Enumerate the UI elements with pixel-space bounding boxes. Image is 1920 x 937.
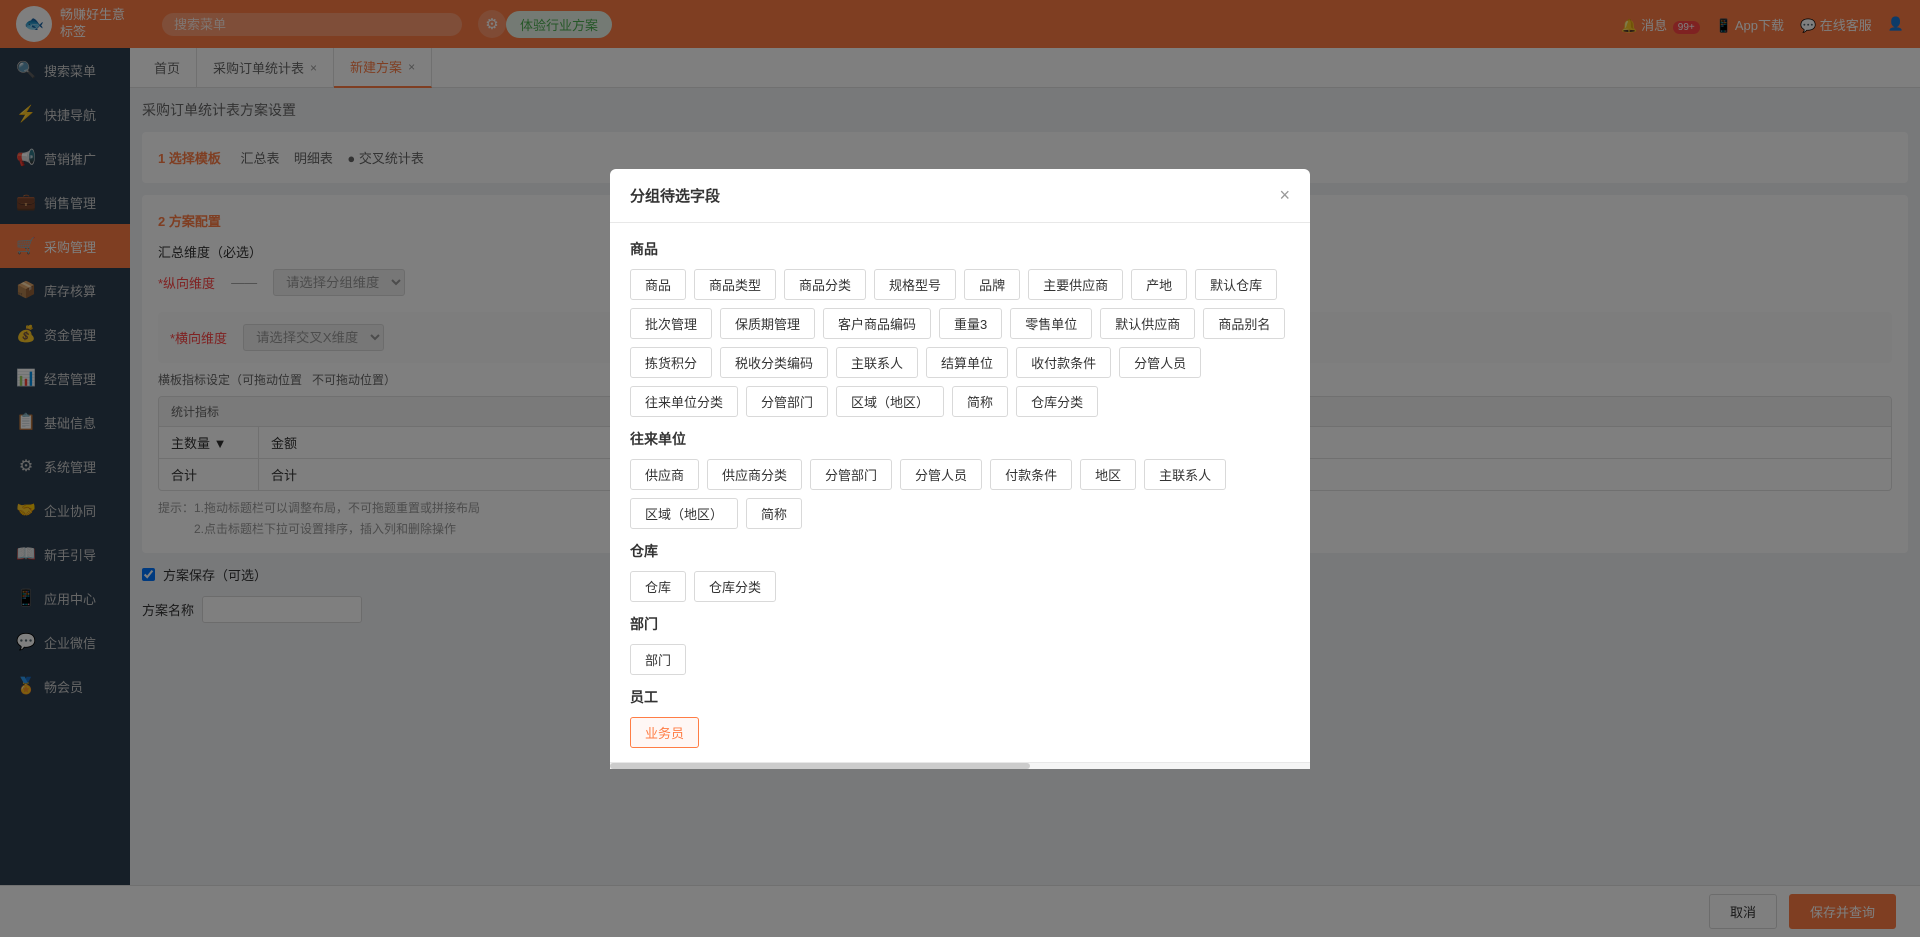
field-grid-product: 商品 商品类型 商品分类 规格型号 品牌 主要供应商 产地 默认仓库 批次管理 … — [630, 269, 1290, 417]
field-grid-partner: 供应商 供应商分类 分管部门 分管人员 付款条件 地区 主联系人 区域（地区） … — [630, 459, 1290, 529]
field-tag[interactable]: 仓库 — [630, 571, 686, 602]
field-tag[interactable]: 产地 — [1131, 269, 1187, 300]
field-tag[interactable]: 客户商品编码 — [823, 308, 931, 339]
dialog-scrollbar — [610, 762, 1310, 769]
field-tag[interactable]: 简称 — [746, 498, 802, 529]
field-tag[interactable]: 区域（地区） — [630, 498, 738, 529]
field-grid-employee: 业务员 — [630, 717, 1290, 748]
field-tag[interactable]: 简称 — [952, 386, 1008, 417]
field-grid-warehouse: 仓库 仓库分类 — [630, 571, 1290, 602]
field-tag[interactable]: 供应商 — [630, 459, 699, 490]
field-tag[interactable]: 结算单位 — [926, 347, 1008, 378]
field-tag[interactable]: 主联系人 — [836, 347, 918, 378]
field-tag[interactable]: 付款条件 — [990, 459, 1072, 490]
dialog: 分组待选字段 × 商品 商品 商品类型 商品分类 规格型号 品牌 主要供应商 产… — [610, 169, 1310, 769]
dialog-scrollbar-thumb — [610, 763, 1030, 769]
field-tag[interactable]: 分管人员 — [900, 459, 982, 490]
field-tag[interactable]: 地区 — [1080, 459, 1136, 490]
field-tag[interactable]: 商品类型 — [694, 269, 776, 300]
field-tag[interactable]: 往来单位分类 — [630, 386, 738, 417]
field-tag[interactable]: 零售单位 — [1010, 308, 1092, 339]
field-tag[interactable]: 主联系人 — [1144, 459, 1226, 490]
section-label-dept: 部门 — [630, 614, 1290, 634]
dialog-close-button[interactable]: × — [1279, 185, 1290, 206]
overlay: 分组待选字段 × 商品 商品 商品类型 商品分类 规格型号 品牌 主要供应商 产… — [0, 0, 1920, 937]
section-label-partner: 往来单位 — [630, 429, 1290, 449]
field-tag[interactable]: 分管部门 — [810, 459, 892, 490]
dialog-title: 分组待选字段 — [630, 185, 720, 206]
field-tag[interactable]: 分管部门 — [746, 386, 828, 417]
field-tag[interactable]: 保质期管理 — [720, 308, 815, 339]
field-tag[interactable]: 主要供应商 — [1028, 269, 1123, 300]
field-tag[interactable]: 仓库分类 — [694, 571, 776, 602]
field-tag[interactable]: 供应商分类 — [707, 459, 802, 490]
field-tag[interactable]: 批次管理 — [630, 308, 712, 339]
field-tag[interactable]: 拣货积分 — [630, 347, 712, 378]
section-label-warehouse: 仓库 — [630, 541, 1290, 561]
field-tag[interactable]: 品牌 — [964, 269, 1020, 300]
field-grid-dept: 部门 — [630, 644, 1290, 675]
field-tag[interactable]: 税收分类编码 — [720, 347, 828, 378]
section-label-product: 商品 — [630, 239, 1290, 259]
section-label-employee: 员工 — [630, 687, 1290, 707]
field-tag[interactable]: 部门 — [630, 644, 686, 675]
field-tag[interactable]: 规格型号 — [874, 269, 956, 300]
field-tag-salesperson[interactable]: 业务员 — [630, 717, 699, 748]
field-tag[interactable]: 默认供应商 — [1100, 308, 1195, 339]
field-tag[interactable]: 商品别名 — [1203, 308, 1285, 339]
field-tag[interactable]: 分管人员 — [1119, 347, 1201, 378]
field-tag[interactable]: 重量3 — [939, 308, 1002, 339]
dialog-header: 分组待选字段 × — [610, 169, 1310, 223]
field-tag[interactable]: 商品分类 — [784, 269, 866, 300]
field-tag[interactable]: 区域（地区） — [836, 386, 944, 417]
field-tag[interactable]: 仓库分类 — [1016, 386, 1098, 417]
field-tag[interactable]: 收付款条件 — [1016, 347, 1111, 378]
field-tag[interactable]: 默认仓库 — [1195, 269, 1277, 300]
field-tag[interactable]: 商品 — [630, 269, 686, 300]
dialog-body: 商品 商品 商品类型 商品分类 规格型号 品牌 主要供应商 产地 默认仓库 批次… — [610, 223, 1310, 762]
